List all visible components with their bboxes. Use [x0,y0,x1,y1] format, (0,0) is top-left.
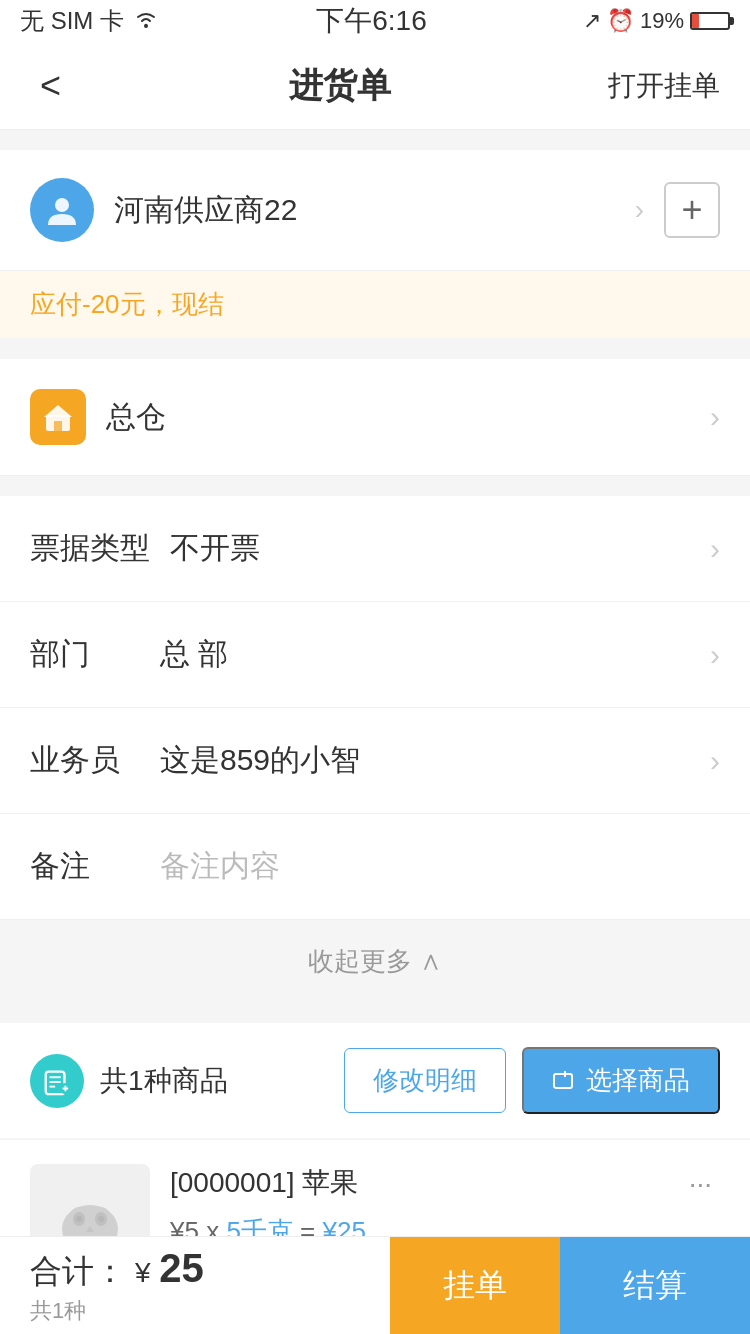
warehouse-icon [30,389,86,445]
battery-percent: 19% [640,8,684,34]
supplier-avatar [30,178,94,242]
status-right: ↗ ⏰ 19% [583,8,730,34]
salesperson-row[interactable]: 业务员 这是859的小智 › [0,708,750,814]
warehouse-section: 总仓 › [0,359,750,476]
svg-rect-12 [554,1074,572,1088]
invoice-type-chevron-icon: › [710,532,720,566]
warehouse-label: 总仓 [106,397,710,438]
product-more-button[interactable]: ··· [681,1164,720,1204]
svg-point-21 [98,1216,104,1222]
svg-point-0 [144,24,148,28]
checkout-button[interactable]: 结算 [560,1237,750,1335]
product-title: 苹果 [302,1167,358,1198]
total-amount: 合计： ¥ 25 [30,1246,390,1294]
svg-rect-4 [54,421,62,431]
product-code: [0000001] [170,1167,295,1198]
add-supplier-button[interactable]: + [664,182,720,238]
department-value: 总 部 [140,634,710,675]
product-name: [0000001] 苹果 [170,1164,681,1202]
gps-icon: ↗ [583,8,601,34]
remark-row[interactable]: 备注 备注内容 [0,814,750,920]
select-product-label: 选择商品 [586,1063,690,1098]
svg-point-20 [76,1216,82,1222]
status-time: 下午6:16 [316,2,427,40]
supplier-section: 河南供应商22 › + 应付-20元，现结 [0,150,750,339]
top-divider [0,130,750,150]
select-product-button[interactable]: 选择商品 [522,1047,720,1114]
hang-button[interactable]: 挂单 [390,1237,560,1335]
collapse-bar[interactable]: 收起更多 ∧ [0,920,750,1003]
department-label: 部门 [30,634,140,675]
product-count-text: 共1种商品 [100,1062,344,1100]
wifi-icon [132,7,160,35]
total-sub: 共1种 [30,1296,390,1326]
battery-icon [690,12,730,30]
product-count-icon [30,1054,84,1108]
edit-detail-button[interactable]: 修改明细 [344,1048,506,1113]
nav-title: 进货单 [289,63,391,109]
warehouse-chevron-icon: › [710,400,720,434]
supplier-name: 河南供应商22 [114,190,635,231]
alarm-icon: ⏰ [607,8,634,34]
invoice-type-label: 票据类型 [30,528,150,569]
open-hang-button[interactable]: 打开挂单 [608,67,720,105]
department-chevron-icon: › [710,638,720,672]
salesperson-label: 业务员 [30,740,140,781]
status-left: 无 SIM 卡 [20,5,160,37]
total-label: 合计： [30,1253,126,1289]
back-button[interactable]: < [30,55,71,117]
invoice-type-value: 不开票 [150,528,710,569]
supplier-row[interactable]: 河南供应商22 › + [0,150,750,271]
invoice-type-row[interactable]: 票据类型 不开票 › [0,496,750,602]
currency-symbol: ¥ [135,1257,151,1288]
cart-icon [552,1068,578,1094]
svg-marker-3 [44,405,72,417]
salesperson-chevron-icon: › [710,744,720,778]
supplier-notice: 应付-20元，现结 [0,271,750,339]
divider-3 [0,1003,750,1023]
product-header: 共1种商品 修改明细 选择商品 [0,1023,750,1138]
bottom-bar: 合计： ¥ 25 共1种 挂单 结算 [0,1236,750,1334]
warehouse-row[interactable]: 总仓 › [0,359,750,476]
divider-1 [0,339,750,359]
carrier-text: 无 SIM 卡 [20,5,124,37]
remark-value[interactable]: 备注内容 [140,846,720,887]
nav-bar: < 进货单 打开挂单 [0,42,750,130]
department-row[interactable]: 部门 总 部 › [0,602,750,708]
total-info: 合计： ¥ 25 共1种 [0,1246,390,1326]
status-bar: 无 SIM 卡 下午6:16 ↗ ⏰ 19% [0,0,750,42]
total-value: 25 [159,1246,204,1290]
salesperson-value: 这是859的小智 [140,740,710,781]
form-section: 票据类型 不开票 › 部门 总 部 › 业务员 这是859的小智 › 备注 备注… [0,496,750,920]
svg-point-1 [55,198,69,212]
remark-label: 备注 [30,846,140,887]
divider-2 [0,476,750,496]
supplier-chevron-icon: › [635,194,644,226]
